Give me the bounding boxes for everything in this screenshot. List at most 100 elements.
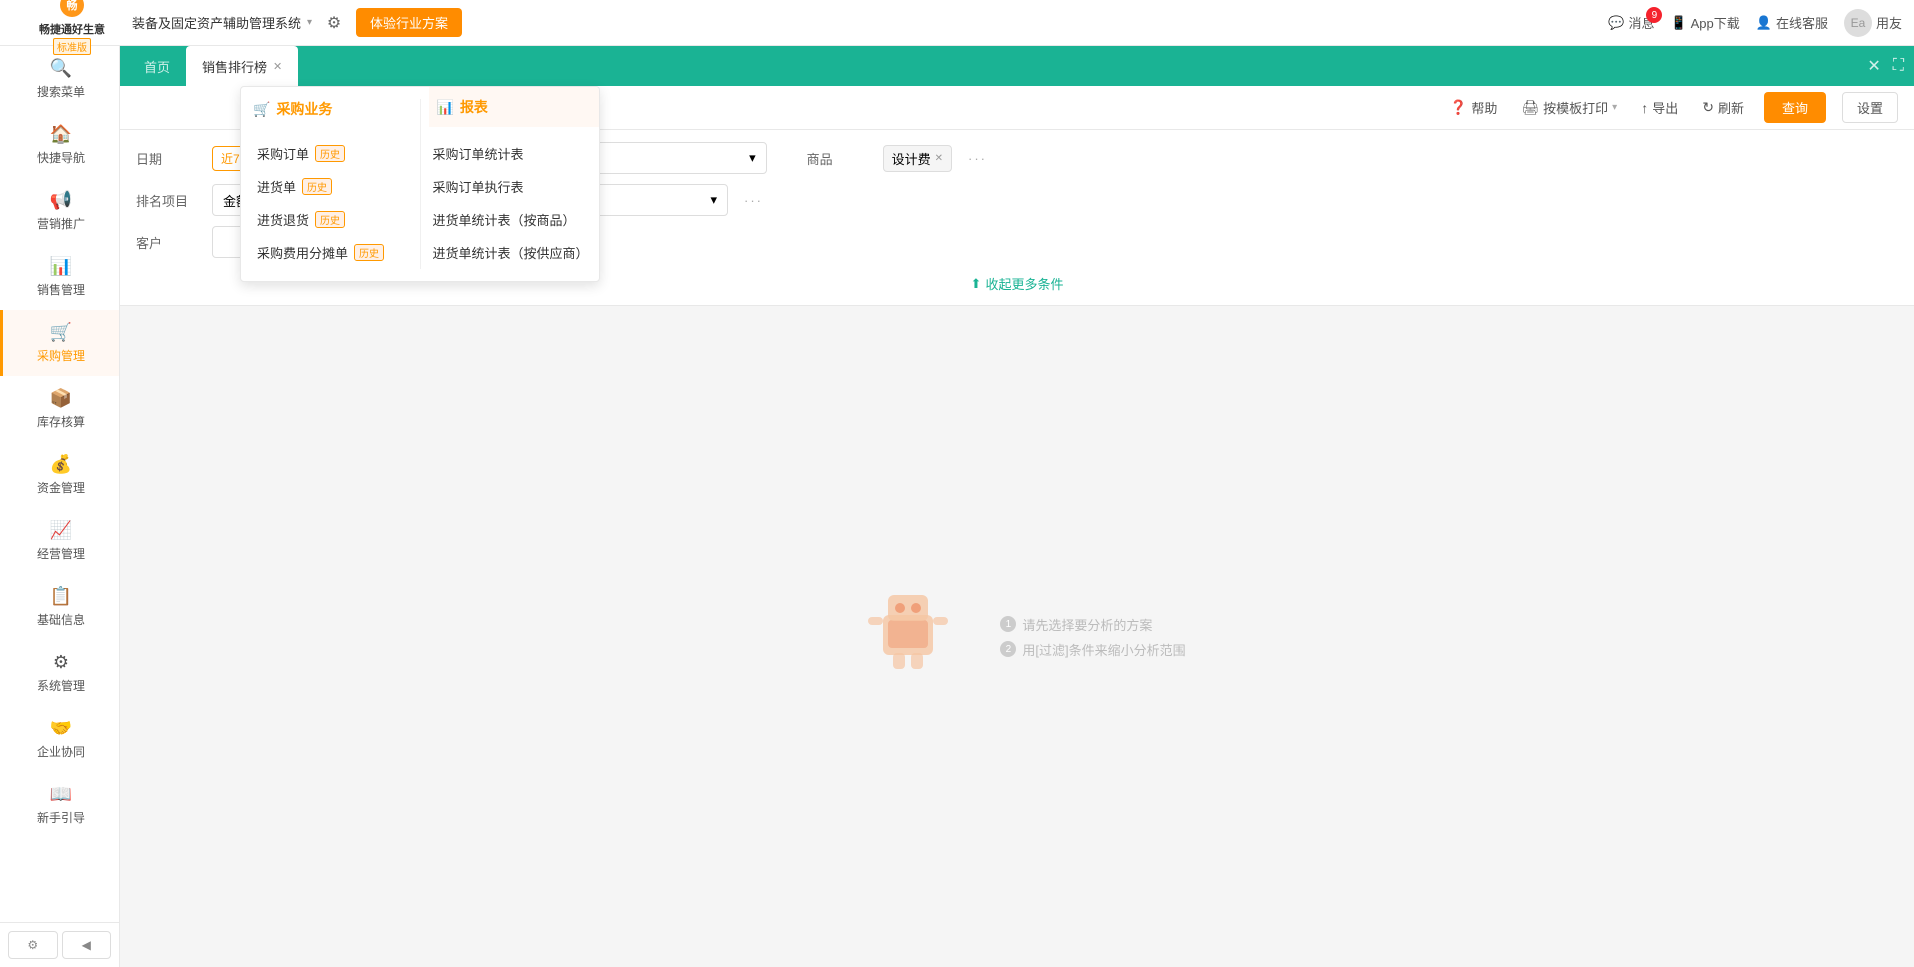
sys-title[interactable]: 装备及固定资产辅助管理系统 ▾ <box>132 13 312 32</box>
tab-home[interactable]: 首页 <box>128 46 186 86</box>
base-icon: 📋 <box>50 586 72 607</box>
sidebar-item-sales[interactable]: 📊 销售管理 <box>0 244 119 310</box>
goods-label: 商品 <box>807 149 867 168</box>
refresh-icon: ↻ <box>1702 99 1714 116</box>
goods-tag-close-icon[interactable]: ✕ <box>935 153 943 164</box>
collapse-label: 收起更多条件 <box>985 274 1063 293</box>
enterprise-icon: 🤝 <box>50 718 72 739</box>
sidebar-item-capital[interactable]: 💰 资金管理 <box>0 442 119 508</box>
sidebar-item-operations[interactable]: 📈 经营管理 <box>0 508 119 574</box>
logo-area: 畅 畅捷通好生意 标准版 <box>12 0 132 55</box>
query-button[interactable]: 查询 <box>1764 92 1826 123</box>
sidebar-label-capital: 资金管理 <box>37 479 85 496</box>
hint-text-2: 用[过滤]条件来缩小分析范围 <box>1022 640 1185 659</box>
tab-expand-icon[interactable]: ⛶ <box>1891 55 1906 77</box>
print-button[interactable]: 🖨 按模板打印 ▾ <box>1517 98 1621 117</box>
export-button[interactable]: ↑ 导出 <box>1637 98 1682 117</box>
doc-status-dropdown-icon: ▾ <box>749 150 756 166</box>
menu-item-goods-by-supplier-label: 进货单统计表（按供应商） <box>433 243 584 262</box>
menu-item-goods-receipt-label: 进货单 <box>257 177 296 196</box>
capital-icon: 💰 <box>50 454 72 475</box>
guide-icon: 📖 <box>50 784 72 805</box>
report-section-title: 📊 报表 <box>429 87 600 127</box>
sidebar-item-marketing[interactable]: 📢 营销推广 <box>0 178 119 244</box>
sidebar-label-base: 基础信息 <box>37 611 85 628</box>
sidebar-label-purchase: 采购管理 <box>37 347 85 364</box>
collapse-button[interactable]: ⬆ 收起更多条件 <box>971 274 1064 293</box>
tab-sales-rank[interactable]: 销售排行榜 ✕ <box>186 46 298 86</box>
industry-button[interactable]: 体验行业方案 <box>356 8 462 37</box>
sidebar-item-purchase[interactable]: 🛒 采购管理 <box>0 310 119 376</box>
report-menu-section: 📊 报表 采购订单统计表 采购订单执行表 进货单统计表（按商品） 进货单统计表（… <box>429 99 588 269</box>
marketing-icon: 📢 <box>50 190 72 211</box>
purchase-menu-section: 🛒 采购业务 采购订单 历史 进货单 历史 进货退货 历史 采购费用分摊单 <box>253 99 412 269</box>
app-download-label: App下载 <box>1691 13 1740 32</box>
export-icon: ↑ <box>1641 100 1648 116</box>
sys-title-dropdown-icon[interactable]: ▾ <box>307 17 312 28</box>
salesperson-more-btn[interactable]: ··· <box>744 193 763 208</box>
tab-close-all-icon[interactable]: ✕ <box>1865 54 1882 78</box>
menu-item-goods-receipt[interactable]: 进货单 历史 <box>253 170 412 203</box>
menu-divider <box>420 99 421 269</box>
menu-item-purchase-order-stat[interactable]: 采购订单统计表 <box>429 137 588 170</box>
purchase-icon: 🛒 <box>50 322 72 343</box>
sidebar-item-enterprise[interactable]: 🤝 企业协同 <box>0 706 119 772</box>
settings-button[interactable]: 设置 <box>1842 92 1898 123</box>
menu-item-goods-return-label: 进货退货 <box>257 210 309 229</box>
goods-more-btn[interactable]: ··· <box>968 151 987 166</box>
history-badge-1: 历史 <box>315 145 345 162</box>
menu-item-purchase-order-exec[interactable]: 采购订单执行表 <box>429 170 588 203</box>
sidebar-item-quick[interactable]: 🏠 快捷导航 <box>0 112 119 178</box>
user-button[interactable]: Ea 用友 <box>1844 9 1902 37</box>
menu-item-purchase-expense[interactable]: 采购费用分摊单 历史 <box>253 236 412 269</box>
gear-button[interactable]: ⚙ <box>320 9 348 37</box>
sidebar-collapse-btn[interactable]: ◀ <box>62 931 112 959</box>
menu-item-purchase-order[interactable]: 采购订单 历史 <box>253 137 412 170</box>
menu-item-goods-stat-by-supplier[interactable]: 进货单统计表（按供应商） <box>429 236 588 269</box>
help-icon: ❓ <box>1450 99 1467 116</box>
sales-icon: 📊 <box>50 256 72 277</box>
hint-text-1: 请先选择要分析的方案 <box>1022 615 1152 634</box>
sidebar-item-guide[interactable]: 📖 新手引导 <box>0 772 119 838</box>
menu-item-goods-return[interactable]: 进货退货 历史 <box>253 203 412 236</box>
help-button[interactable]: ❓ 帮助 <box>1446 98 1501 117</box>
sidebar: 🔍 搜索菜单 🏠 快捷导航 📢 营销推广 📊 销售管理 🛒 采购管理 📦 库存核… <box>0 46 120 967</box>
message-icon: 💬 <box>1608 15 1624 31</box>
print-dropdown-icon[interactable]: ▾ <box>1612 102 1617 113</box>
empty-hint-1: 1 请先选择要分析的方案 <box>1000 615 1185 634</box>
purchase-section-label: 采购业务 <box>276 99 332 119</box>
content-area: 首页 销售排行榜 ✕ ✕ ⛶ ❓ 帮助 🖨 按模板打印 ▾ ↑ <box>120 46 1914 967</box>
system-icon: ⚙ <box>53 652 69 673</box>
sidebar-label-guide: 新手引导 <box>37 809 85 826</box>
sidebar-label-search: 搜索菜单 <box>37 83 85 100</box>
sidebar-settings-btn[interactable]: ⚙ <box>8 931 58 959</box>
sidebar-item-base[interactable]: 📋 基础信息 <box>0 574 119 640</box>
hint-num-2: 2 <box>1000 641 1016 657</box>
customer-label: 客户 <box>136 233 196 252</box>
message-button[interactable]: 💬 消息 9 <box>1608 13 1654 32</box>
search-icon: 🔍 <box>50 58 72 79</box>
sidebar-item-inventory[interactable]: 📦 库存核算 <box>0 376 119 442</box>
sidebar-label-operations: 经营管理 <box>37 545 85 562</box>
menu-item-purchase-expense-label: 采购费用分摊单 <box>257 243 348 262</box>
refresh-button[interactable]: ↻ 刷新 <box>1698 98 1748 117</box>
empty-hint-2: 2 用[过滤]条件来缩小分析范围 <box>1000 640 1185 659</box>
online-service-button[interactable]: 👤 在线客服 <box>1756 13 1828 32</box>
inventory-icon: 📦 <box>50 388 72 409</box>
app-download-button[interactable]: 📱 App下载 <box>1670 13 1739 32</box>
sidebar-item-system[interactable]: ⚙ 系统管理 <box>0 640 119 706</box>
menu-item-po-stat-label: 采购订单统计表 <box>433 144 524 163</box>
history-badge-2: 历史 <box>302 178 332 195</box>
tab-close-icon[interactable]: ✕ <box>273 60 282 73</box>
help-label: 帮助 <box>1471 98 1497 117</box>
empty-state: 1 请先选择要分析的方案 2 用[过滤]条件来缩小分析范围 <box>120 306 1914 967</box>
menu-item-po-exec-label: 采购订单执行表 <box>433 177 524 196</box>
avatar: Ea <box>1844 9 1872 37</box>
menu-item-goods-by-item-label: 进货单统计表（按商品） <box>433 210 576 229</box>
sidebar-item-search[interactable]: 🔍 搜索菜单 <box>0 46 119 112</box>
svg-text:畅: 畅 <box>67 0 78 12</box>
goods-tag: 设计费 ✕ <box>883 145 952 172</box>
menu-item-goods-stat-by-item[interactable]: 进货单统计表（按商品） <box>429 203 588 236</box>
message-badge: 9 <box>1646 7 1662 23</box>
purchase-dropdown-menu: 🛒 采购业务 采购订单 历史 进货单 历史 进货退货 历史 采购费用分摊单 <box>240 86 600 282</box>
